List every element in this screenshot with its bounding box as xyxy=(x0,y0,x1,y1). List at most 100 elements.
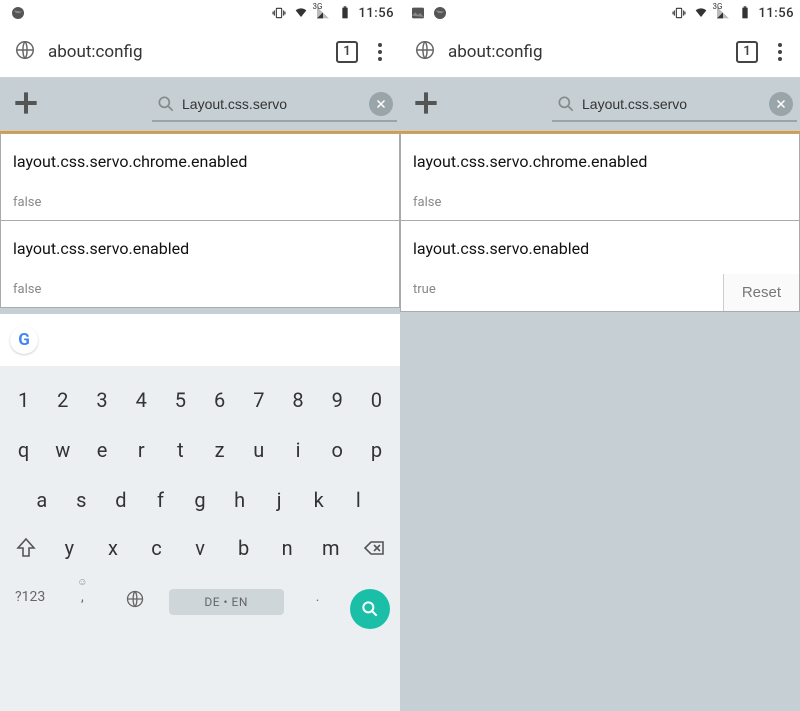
keyboard-suggestion-bar: G xyxy=(0,314,400,366)
config-item[interactable]: layout.css.servo.enabled false xyxy=(0,221,400,308)
config-value: false xyxy=(1,274,399,307)
key[interactable]: v xyxy=(178,528,222,573)
key[interactable]: z xyxy=(200,428,239,472)
backspace-key[interactable] xyxy=(353,528,397,573)
space-key[interactable]: DE • EN xyxy=(169,579,284,639)
config-value: false xyxy=(1,187,399,220)
cellular-icon: 3G xyxy=(715,5,731,21)
url-text[interactable]: about:config xyxy=(448,42,724,62)
keyboard: G 1 2 3 4 5 6 7 8 9 0 q w e r t z xyxy=(0,314,400,711)
enter-search-key[interactable] xyxy=(344,579,396,639)
key[interactable]: 4 xyxy=(122,378,161,422)
url-text[interactable]: about:config xyxy=(48,42,324,62)
search-icon xyxy=(156,94,176,114)
menu-button[interactable] xyxy=(770,43,790,61)
key[interactable]: r xyxy=(122,428,161,472)
key[interactable]: 2 xyxy=(43,378,82,422)
reset-button[interactable]: Reset xyxy=(723,274,799,311)
key[interactable]: 5 xyxy=(161,378,200,422)
vibrate-icon xyxy=(271,5,287,21)
key[interactable]: p xyxy=(357,428,396,472)
keyboard-row-mid: a s d f g h j k l xyxy=(4,478,396,522)
key[interactable]: e xyxy=(82,428,121,472)
shift-key[interactable] xyxy=(4,528,48,573)
battery-icon xyxy=(337,5,353,21)
key[interactable]: 9 xyxy=(318,378,357,422)
tab-count[interactable]: 1 xyxy=(736,41,758,63)
key[interactable]: g xyxy=(180,478,220,522)
key[interactable]: b xyxy=(222,528,266,573)
status-time: 11:56 xyxy=(759,6,794,21)
globe-icon xyxy=(14,39,36,65)
key[interactable]: a xyxy=(22,478,62,522)
key[interactable]: i xyxy=(278,428,317,472)
blank-area xyxy=(400,312,800,711)
search-input[interactable] xyxy=(582,96,763,112)
config-value: false xyxy=(401,187,799,220)
key[interactable]: s xyxy=(62,478,102,522)
url-bar: about:config 1 xyxy=(0,26,400,78)
keyboard-row-func: ?123 ☺, DE • EN . xyxy=(4,579,396,639)
key[interactable]: t xyxy=(161,428,200,472)
key[interactable]: y xyxy=(48,528,92,573)
tab-count[interactable]: 1 xyxy=(336,41,358,63)
language-key-icon[interactable] xyxy=(108,579,160,639)
search-box xyxy=(552,88,797,122)
search-box xyxy=(152,88,397,122)
key[interactable]: 1 xyxy=(4,378,43,422)
key[interactable]: c xyxy=(135,528,179,573)
config-name: layout.css.servo.chrome.enabled xyxy=(1,134,399,187)
wifi-icon xyxy=(293,5,309,21)
pane-left: 3G 11:56 about:config 1 layout.css.servo… xyxy=(0,0,400,711)
search-input[interactable] xyxy=(182,96,363,112)
add-pref-button[interactable] xyxy=(410,87,442,123)
key[interactable]: f xyxy=(141,478,181,522)
comma-key[interactable]: ☺, xyxy=(56,579,108,639)
clear-search-button[interactable] xyxy=(769,92,793,116)
status-bar: 3G 11:56 xyxy=(0,0,400,26)
config-item[interactable]: layout.css.servo.chrome.enabled false xyxy=(0,133,400,221)
key[interactable]: 8 xyxy=(278,378,317,422)
search-toolbar xyxy=(400,78,800,133)
key[interactable]: o xyxy=(318,428,357,472)
add-pref-button[interactable] xyxy=(10,87,42,123)
key[interactable]: 7 xyxy=(239,378,278,422)
battery-icon xyxy=(737,5,753,21)
globe-icon xyxy=(414,39,436,65)
config-item[interactable]: layout.css.servo.enabled true Reset xyxy=(400,221,800,312)
key[interactable]: j xyxy=(259,478,299,522)
search-icon xyxy=(556,94,576,114)
firefox-icon xyxy=(10,5,26,21)
key[interactable]: k xyxy=(299,478,339,522)
key[interactable]: u xyxy=(239,428,278,472)
period-key[interactable]: . xyxy=(292,579,344,639)
keyboard-row-bottom: y x c v b n m xyxy=(4,528,396,573)
wifi-icon xyxy=(693,5,709,21)
search-toolbar xyxy=(0,78,400,133)
key[interactable]: n xyxy=(265,528,309,573)
status-bar: 3G 11:56 xyxy=(400,0,800,26)
key[interactable]: x xyxy=(91,528,135,573)
clear-search-button[interactable] xyxy=(369,92,393,116)
status-time: 11:56 xyxy=(359,6,394,21)
key[interactable]: d xyxy=(101,478,141,522)
firefox-icon xyxy=(432,5,448,21)
key[interactable]: l xyxy=(339,478,379,522)
key[interactable]: m xyxy=(309,528,353,573)
menu-button[interactable] xyxy=(370,43,390,61)
google-logo-icon[interactable]: G xyxy=(10,326,38,354)
config-item[interactable]: layout.css.servo.chrome.enabled false xyxy=(400,133,800,221)
config-name: layout.css.servo.chrome.enabled xyxy=(401,134,799,187)
key[interactable]: 0 xyxy=(357,378,396,422)
image-icon xyxy=(410,5,426,21)
key[interactable]: h xyxy=(220,478,260,522)
key[interactable]: q xyxy=(4,428,43,472)
key[interactable]: w xyxy=(43,428,82,472)
pane-right: 3G 11:56 about:config 1 layout.css.servo… xyxy=(400,0,800,711)
keyboard-row-numbers: 1 2 3 4 5 6 7 8 9 0 xyxy=(4,378,396,422)
vibrate-icon xyxy=(671,5,687,21)
cellular-icon: 3G xyxy=(315,5,331,21)
key[interactable]: 6 xyxy=(200,378,239,422)
key[interactable]: 3 xyxy=(82,378,121,422)
symbols-key[interactable]: ?123 xyxy=(4,579,56,639)
